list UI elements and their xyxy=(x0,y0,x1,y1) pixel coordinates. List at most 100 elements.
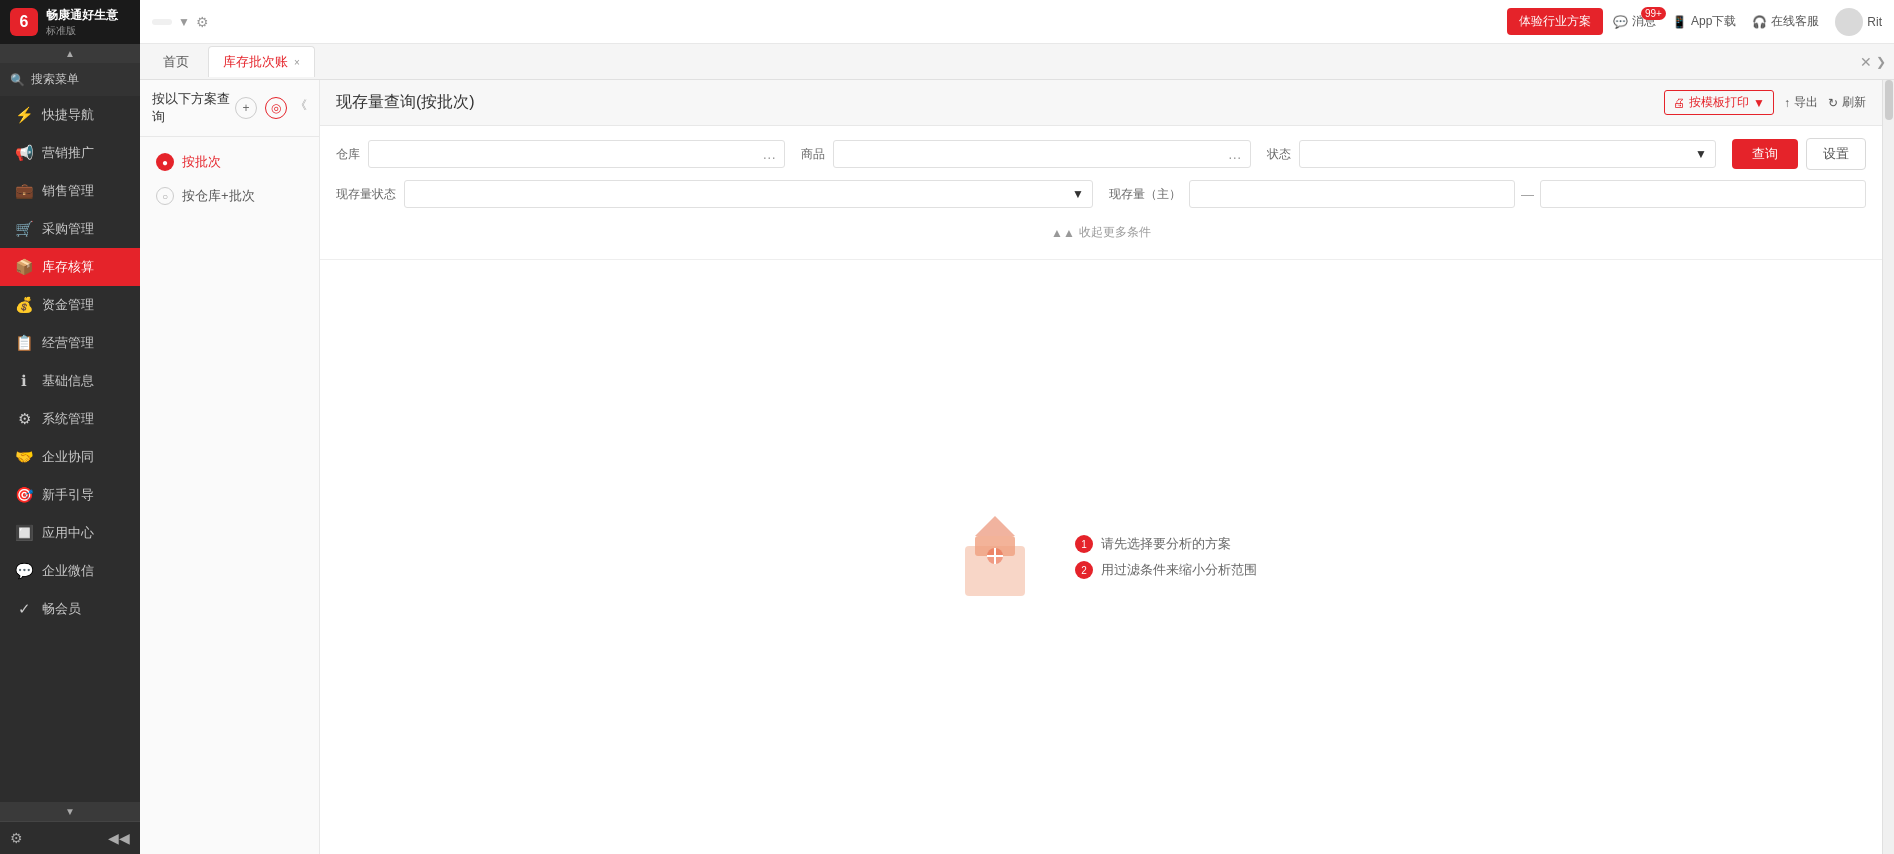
print-button[interactable]: 🖨 按模板打印 ▼ xyxy=(1664,90,1774,115)
nav-icon-9: 🤝 xyxy=(14,448,34,466)
sidebar-item-kuaijie[interactable]: ⚡ 快捷导航 xyxy=(0,96,140,134)
inventory-qty-label: 现存量（主） xyxy=(1109,186,1181,203)
topbar-settings-icon[interactable]: ⚙ xyxy=(196,14,209,30)
message-icon: 💬 xyxy=(1613,15,1628,29)
inventory-status-dropdown-icon: ▼ xyxy=(1072,187,1084,201)
query-row-2: 现存量状态 ▼ 现存量（主） — xyxy=(336,180,1866,208)
warehouse-field: 仓库 … xyxy=(336,140,785,168)
sidebar-item-xiaoshou[interactable]: 💼 销售管理 xyxy=(0,172,140,210)
breadcrumb-dropdown-icon[interactable]: ▼ xyxy=(178,15,190,29)
app-download-btn[interactable]: 📱 App下载 xyxy=(1672,13,1736,30)
nav-icon-13: ✓ xyxy=(14,600,34,618)
sidebar-item-xinshou[interactable]: 🎯 新手引导 xyxy=(0,476,140,514)
qty-range-to[interactable] xyxy=(1540,180,1866,208)
sidebar-item-kucun[interactable]: 📦 库存核算 xyxy=(0,248,140,286)
trial-button[interactable]: 体验行业方案 xyxy=(1507,8,1603,35)
tab-scroll-icon[interactable]: ❯ xyxy=(1876,55,1886,69)
sidebar-item-huiyuan[interactable]: ✓ 畅会员 xyxy=(0,590,140,628)
goods-input[interactable]: … xyxy=(833,140,1250,168)
nav-icon-6: 📋 xyxy=(14,334,34,352)
warehouse-input[interactable]: … xyxy=(368,140,785,168)
sidebar-item-label-4: 库存核算 xyxy=(42,258,94,276)
tab-home[interactable]: 首页 xyxy=(148,46,204,77)
tab-panel-close-btn[interactable]: ✕ xyxy=(1860,54,1872,70)
sidebar-item-zijin[interactable]: 💰 资金管理 xyxy=(0,286,140,324)
status-select[interactable]: ▼ xyxy=(1299,140,1716,168)
online-service-btn[interactable]: 🎧 在线客服 xyxy=(1752,13,1819,30)
nav-icon-11: 🔲 xyxy=(14,524,34,542)
filter-list: ● 按批次 ○ 按仓库+批次 xyxy=(140,137,319,221)
status-dropdown-icon: ▼ xyxy=(1695,147,1707,161)
filter-panel-header: 按以下方案查询 + ◎ 《 xyxy=(140,80,319,137)
sidebar-item-jingying[interactable]: 📋 经营管理 xyxy=(0,324,140,362)
filter-add-btn[interactable]: + xyxy=(235,97,257,119)
query-form: 仓库 … 商品 … 状态 xyxy=(320,126,1882,260)
search-label: 搜索菜单 xyxy=(31,71,79,88)
right-scrollbar[interactable] xyxy=(1882,80,1894,854)
qty-range-from[interactable] xyxy=(1189,180,1515,208)
sidebar-item-yingyong[interactable]: 🔲 应用中心 xyxy=(0,514,140,552)
sidebar-item-label-0: 快捷导航 xyxy=(42,106,94,124)
filter-active-icon: ● xyxy=(156,153,174,171)
sidebar-footer: ⚙ ◀◀ xyxy=(0,821,140,854)
collapse-up-icon: ▲▲ xyxy=(1051,226,1075,240)
filter-item-label-1: 按仓库+批次 xyxy=(182,187,255,205)
user-avatar-area[interactable]: Rit xyxy=(1835,8,1882,36)
page-header-actions: 🖨 按模板打印 ▼ ↑ 导出 ↻ 刷新 xyxy=(1664,90,1866,115)
sidebar-item-label-10: 新手引导 xyxy=(42,486,94,504)
search-menu[interactable]: 🔍 搜索菜单 xyxy=(0,63,140,96)
filter-inactive-icon: ○ xyxy=(156,187,174,205)
messages-btn[interactable]: 💬 消息 99+ xyxy=(1613,13,1656,30)
sidebar-item-caigou[interactable]: 🛒 采购管理 xyxy=(0,210,140,248)
tab-active-label: 库存批次账 xyxy=(223,53,288,71)
query-button[interactable]: 查询 xyxy=(1732,139,1798,169)
settings-button[interactable]: 设置 xyxy=(1806,138,1866,170)
sidebar-item-yingxiao[interactable]: 📢 营销推广 xyxy=(0,134,140,172)
collapse-icon[interactable]: ◀◀ xyxy=(108,830,130,846)
tab-kucun-pici[interactable]: 库存批次账 × xyxy=(208,46,315,77)
topbar: ▼ ⚙ 体验行业方案 💬 消息 99+ 📱 App下载 🎧 在线客服 Rit xyxy=(140,0,1894,44)
empty-tip-1: 1 请先选择要分析的方案 xyxy=(1075,535,1257,553)
nav-icon-5: 💰 xyxy=(14,296,34,314)
filter-panel-actions: + ◎ 《 xyxy=(235,97,307,119)
collapse-more-btn[interactable]: ▲▲ 收起更多条件 xyxy=(336,218,1866,247)
filter-collapse-icon[interactable]: 《 xyxy=(295,97,307,119)
nav-icon-7: ℹ xyxy=(14,372,34,390)
range-separator: — xyxy=(1521,187,1534,202)
inventory-status-select[interactable]: ▼ xyxy=(404,180,1093,208)
scrollbar-thumb[interactable] xyxy=(1885,80,1893,120)
nav-icon-8: ⚙ xyxy=(14,410,34,428)
sidebar-item-qiye[interactable]: 🤝 企业协同 xyxy=(0,438,140,476)
sidebar-item-label-8: 系统管理 xyxy=(42,410,94,428)
tab-close-icon[interactable]: × xyxy=(294,57,300,68)
right-panel: 现存量查询(按批次) 🖨 按模板打印 ▼ ↑ 导出 ↻ 刷新 xyxy=(320,80,1882,854)
sidebar-header: 6 畅康通好生意 标准版 xyxy=(0,0,140,44)
sidebar-item-weixin[interactable]: 💬 企业微信 xyxy=(0,552,140,590)
scroll-up-arrow[interactable]: ▲ xyxy=(0,44,140,63)
sidebar-item-label-11: 应用中心 xyxy=(42,524,94,542)
nav-icon-1: 📢 xyxy=(14,144,34,162)
filter-item-pici[interactable]: ● 按批次 xyxy=(140,145,319,179)
filter-item-cangku-pici[interactable]: ○ 按仓库+批次 xyxy=(140,179,319,213)
print-dropdown-icon[interactable]: ▼ xyxy=(1753,96,1765,110)
settings-icon[interactable]: ⚙ xyxy=(10,830,23,846)
warehouse-label: 仓库 xyxy=(336,146,360,163)
export-button[interactable]: ↑ 导出 xyxy=(1784,94,1818,111)
printer-icon: 🖨 xyxy=(1673,96,1685,110)
phone-icon: 📱 xyxy=(1672,15,1687,29)
scroll-down-arrow[interactable]: ▼ xyxy=(0,802,140,821)
filter-target-btn[interactable]: ◎ xyxy=(265,97,287,119)
sidebar-item-xitong[interactable]: ⚙ 系统管理 xyxy=(0,400,140,438)
inventory-qty-field: 现存量（主） — xyxy=(1109,180,1866,208)
filter-panel: 按以下方案查询 + ◎ 《 ● 按批次 ○ 按仓库+批次 xyxy=(140,80,320,854)
empty-state: 1 请先选择要分析的方案 2 用过滤条件来缩小分析范围 xyxy=(320,260,1882,854)
sidebar-nav: ⚡ 快捷导航 📢 营销推广 💼 销售管理 🛒 采购管理 📦 库存核算 💰 资金管… xyxy=(0,96,140,802)
refresh-button[interactable]: ↻ 刷新 xyxy=(1828,94,1866,111)
sidebar-item-jichu[interactable]: ℹ 基础信息 xyxy=(0,362,140,400)
tab-home-label: 首页 xyxy=(163,53,189,71)
sidebar-item-label-3: 采购管理 xyxy=(42,220,94,238)
query-row-1: 仓库 … 商品 … 状态 xyxy=(336,138,1866,170)
print-label: 按模板打印 xyxy=(1689,94,1749,111)
empty-tip-2: 2 用过滤条件来缩小分析范围 xyxy=(1075,561,1257,579)
empty-tip-2-text: 用过滤条件来缩小分析范围 xyxy=(1101,561,1257,579)
